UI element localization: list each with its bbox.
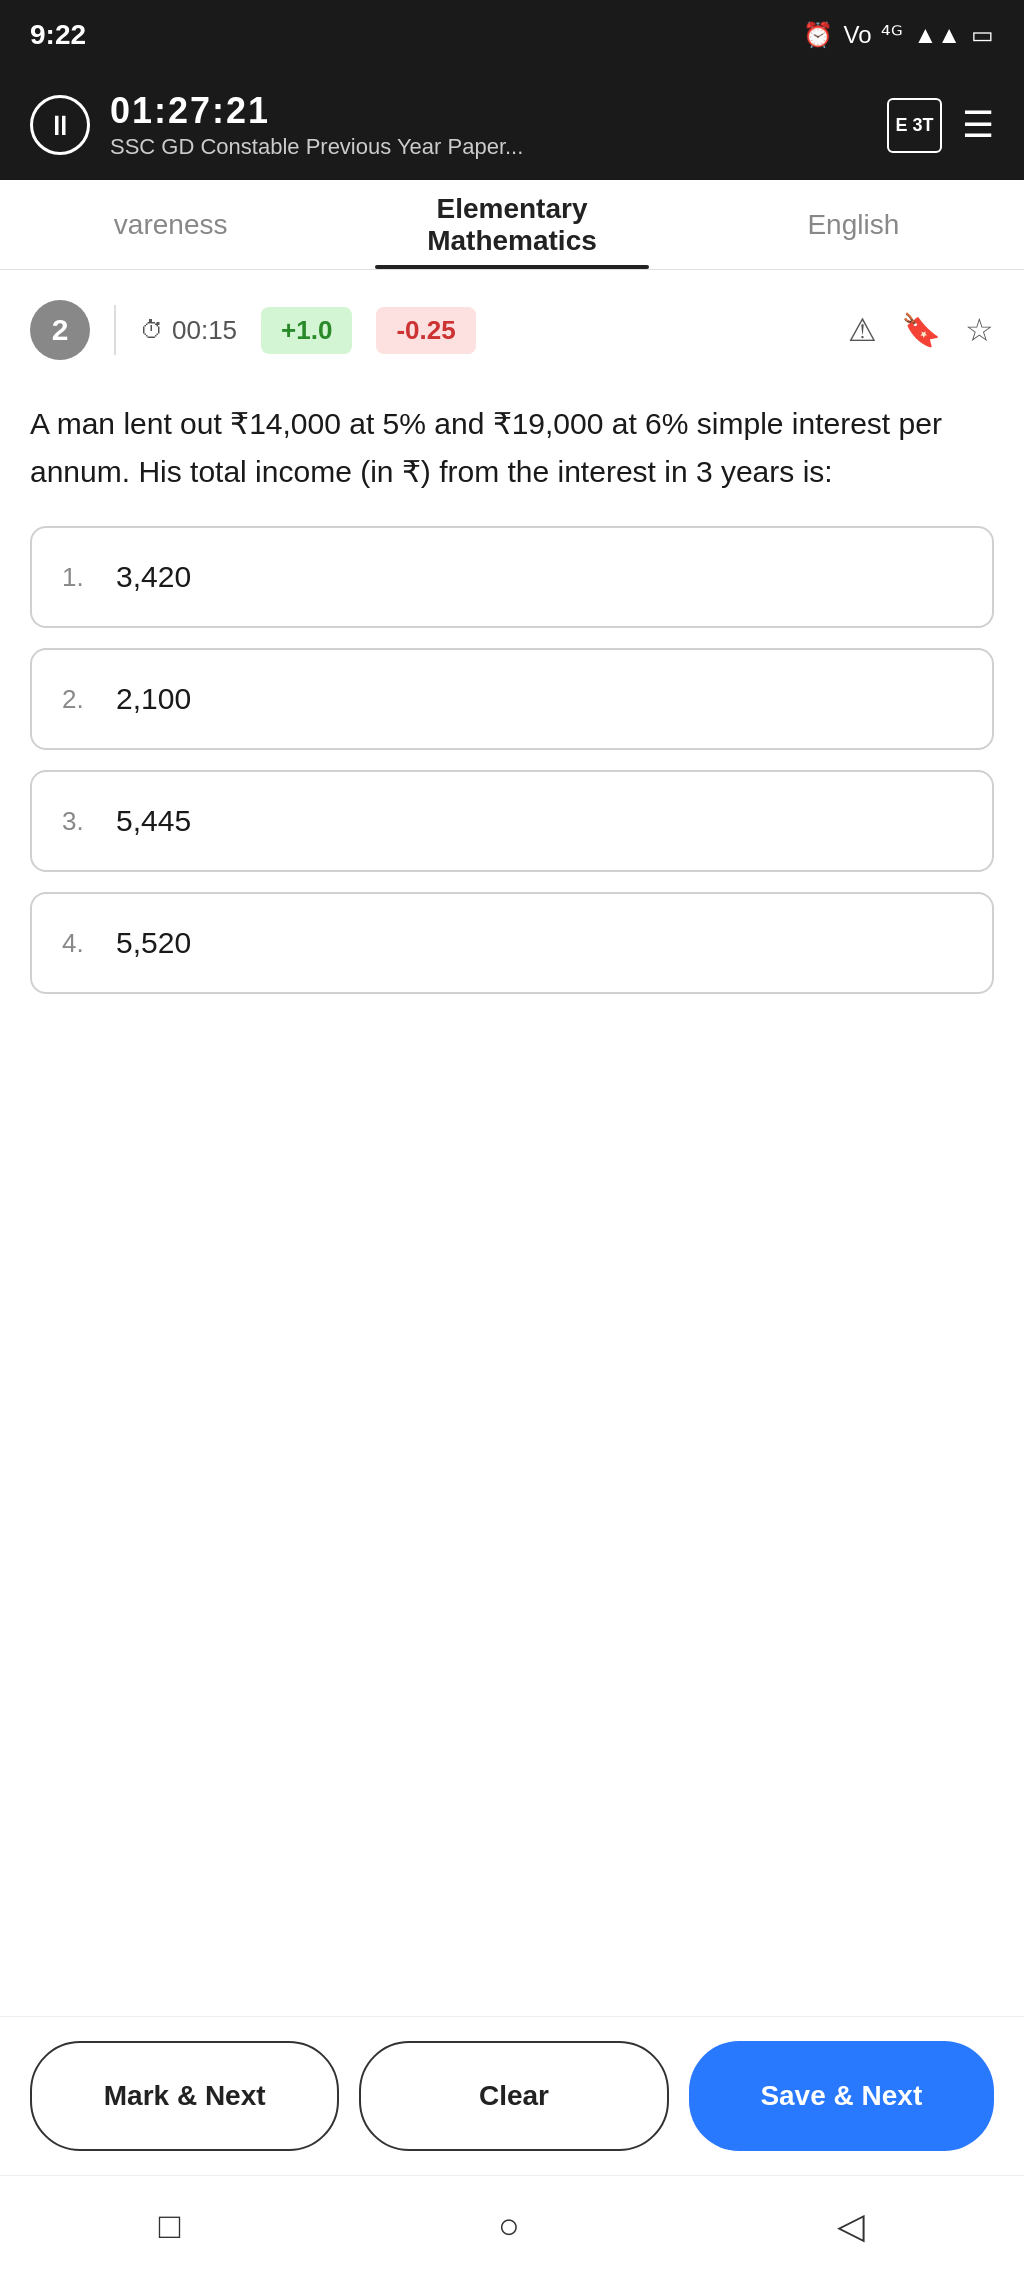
signal-icon: Vo <box>843 21 871 49</box>
clear-button[interactable]: Clear <box>359 2041 668 2151</box>
bottom-bar: Mark & Next Clear Save & Next <box>0 2016 1024 2175</box>
ebook-icon: E 3T <box>895 115 933 136</box>
question-meta: 2 ⏱ 00:15 +1.0 -0.25 ⚠ 🔖 ☆ <box>0 270 1024 370</box>
network-icon: ⁴ᴳ <box>881 21 903 49</box>
positive-badge: +1.0 <box>261 307 352 354</box>
question-actions: ⚠ 🔖 ☆ <box>848 311 994 349</box>
option-2-text: 2,100 <box>116 682 191 716</box>
warning-icon[interactable]: ⚠ <box>848 311 877 349</box>
tab-elementary-mathematics[interactable]: Elementary Mathematics <box>341 180 682 269</box>
option-4-number: 4. <box>62 928 92 959</box>
status-time: 9:22 <box>30 19 86 51</box>
header-icons: E 3T ☰ <box>887 98 994 153</box>
option-1[interactable]: 1. 3,420 <box>30 526 994 628</box>
header: ⏸ 01:27:21 SSC GD Constable Previous Yea… <box>0 70 1024 180</box>
divider <box>114 305 116 355</box>
status-icons: ⏰ Vo ⁴ᴳ ▲▲ ▭ <box>803 21 994 49</box>
battery-icon: ▭ <box>971 21 994 49</box>
save-next-button[interactable]: Save & Next <box>689 2041 994 2151</box>
option-2[interactable]: 2. 2,100 <box>30 648 994 750</box>
signal-bars-icon: ▲▲ <box>913 21 961 49</box>
option-1-text: 3,420 <box>116 560 191 594</box>
option-2-number: 2. <box>62 684 92 715</box>
option-3-text: 5,445 <box>116 804 191 838</box>
mark-next-button[interactable]: Mark & Next <box>30 2041 339 2151</box>
star-icon[interactable]: ☆ <box>965 311 994 349</box>
option-4[interactable]: 4. 5,520 <box>30 892 994 994</box>
option-3[interactable]: 3. 5,445 <box>30 770 994 872</box>
ebook-icon-box[interactable]: E 3T <box>887 98 942 153</box>
clock-icon: ⏱ <box>140 316 164 344</box>
header-timer: 01:27:21 SSC GD Constable Previous Year … <box>110 90 867 160</box>
question-number: 2 <box>30 300 90 360</box>
tab-english[interactable]: English <box>683 180 1024 269</box>
status-bar: 9:22 ⏰ Vo ⁴ᴳ ▲▲ ▭ <box>0 0 1024 70</box>
bookmark-icon[interactable]: 🔖 <box>901 311 941 349</box>
negative-badge: -0.25 <box>376 307 475 354</box>
alarm-icon: ⏰ <box>803 21 833 49</box>
nav-circle-icon[interactable]: ○ <box>498 2205 520 2247</box>
tab-vareness[interactable]: vareness <box>0 180 341 269</box>
pause-icon: ⏸ <box>46 109 74 142</box>
question-time: ⏱ 00:15 <box>140 315 237 346</box>
nav-bar: □ ○ ◁ <box>0 2175 1024 2275</box>
option-3-number: 3. <box>62 806 92 837</box>
option-4-text: 5,520 <box>116 926 191 960</box>
question-body: A man lent out ₹14,000 at 5% and ₹19,000… <box>0 370 1024 516</box>
options-container: 1. 3,420 2. 2,100 3. 5,445 4. 5,520 <box>0 516 1024 1004</box>
exam-title: SSC GD Constable Previous Year Paper... <box>110 134 867 160</box>
menu-button[interactable]: ☰ <box>962 104 994 146</box>
tab-navigation: vareness Elementary Mathematics English <box>0 180 1024 270</box>
timer-display: 01:27:21 <box>110 90 867 132</box>
pause-button[interactable]: ⏸ <box>30 95 90 155</box>
nav-square-icon[interactable]: □ <box>159 2205 181 2247</box>
option-1-number: 1. <box>62 562 92 593</box>
nav-back-icon[interactable]: ◁ <box>837 2205 865 2247</box>
